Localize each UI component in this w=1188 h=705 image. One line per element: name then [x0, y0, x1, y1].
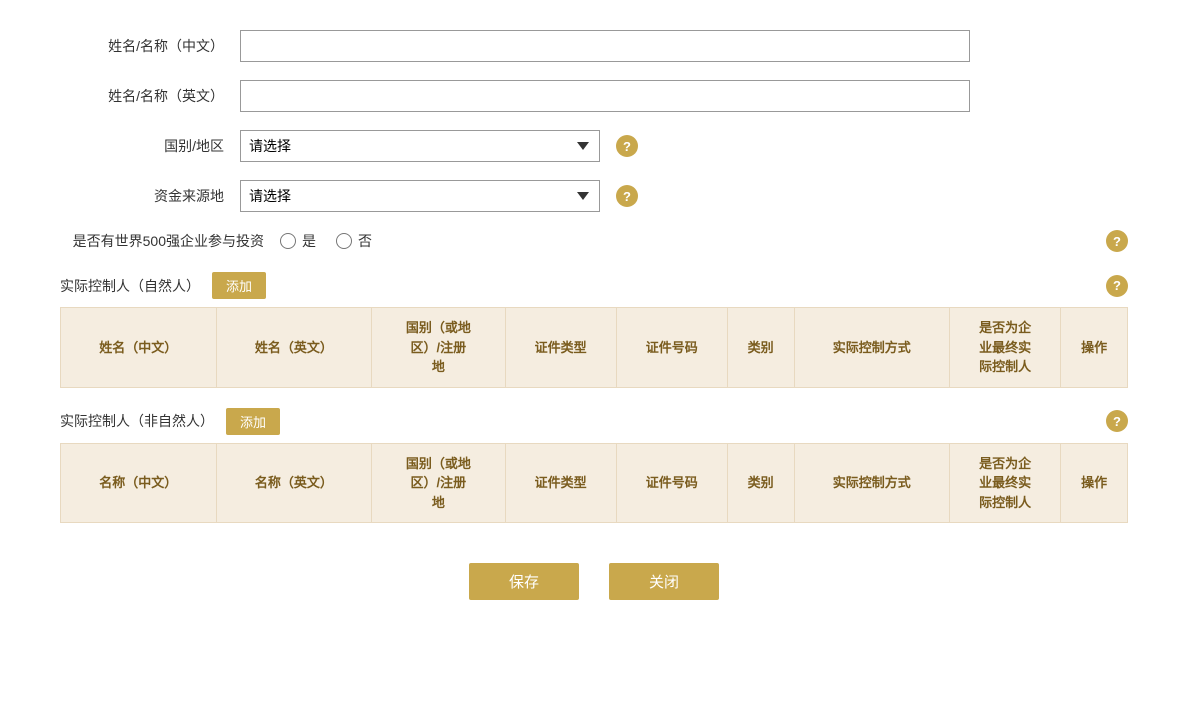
- natural-person-title: 实际控制人（自然人）: [60, 276, 200, 296]
- close-button[interactable]: 关闭: [609, 563, 719, 600]
- non-natural-col-cert-type: 证件类型: [505, 443, 616, 523]
- natural-person-section-header: 实际控制人（自然人） 添加 ?: [60, 272, 1128, 299]
- name-en-row: 姓名/名称（英文）: [60, 80, 1128, 112]
- world500-radio-group: 是 否: [280, 231, 372, 251]
- world500-help-icon[interactable]: ?: [1106, 230, 1128, 252]
- fund-source-label: 资金来源地: [60, 186, 240, 206]
- fund-source-wrap: 请选择 ?: [240, 180, 1128, 212]
- country-wrap: 请选择 ?: [240, 130, 1128, 162]
- natural-person-table: 姓名（中文） 姓名（英文） 国别（或地区）/注册地 证件类型 证件号码 类别 实…: [60, 307, 1128, 388]
- non-natural-col-country: 国别（或地区）/注册地: [372, 443, 505, 523]
- name-cn-input[interactable]: [240, 30, 970, 62]
- name-en-wrap: [240, 80, 1128, 112]
- radio-yes-input[interactable]: [280, 233, 296, 249]
- natural-col-cert-type: 证件类型: [505, 308, 616, 388]
- name-cn-wrap: [240, 30, 1128, 62]
- natural-col-cert-no: 证件号码: [616, 308, 727, 388]
- natural-col-control-method: 实际控制方式: [794, 308, 950, 388]
- non-natural-help-icon[interactable]: ?: [1106, 410, 1128, 432]
- fund-source-help-icon[interactable]: ?: [616, 185, 638, 207]
- natural-person-add-button[interactable]: 添加: [212, 272, 266, 299]
- page-container: 姓名/名称（中文） 姓名/名称（英文） 国别/地区 请选择 ? 资金来源地 请选…: [0, 0, 1188, 640]
- radio-no-label: 否: [358, 231, 372, 251]
- name-en-input[interactable]: [240, 80, 970, 112]
- radio-yes-label: 是: [302, 231, 316, 251]
- non-natural-col-control-method: 实际控制方式: [794, 443, 950, 523]
- non-natural-col-name-en: 名称（英文）: [216, 443, 372, 523]
- non-natural-col-category: 类别: [727, 443, 794, 523]
- world500-wrap: 是 否 ?: [280, 230, 1128, 252]
- name-en-label: 姓名/名称（英文）: [60, 86, 240, 106]
- radio-no-item[interactable]: 否: [336, 231, 372, 251]
- natural-col-is-ultimate: 是否为企业最终实际控制人: [950, 308, 1061, 388]
- world500-label: 是否有世界500强企业参与投资: [60, 231, 280, 251]
- non-natural-section-header: 实际控制人（非自然人） 添加 ?: [60, 408, 1128, 435]
- country-row: 国别/地区 请选择 ?: [60, 130, 1128, 162]
- natural-col-name-cn: 姓名（中文）: [61, 308, 217, 388]
- natural-col-name-en: 姓名（英文）: [216, 308, 372, 388]
- non-natural-col-action: 操作: [1061, 443, 1128, 523]
- natural-col-country: 国别（或地区）/注册地: [372, 308, 505, 388]
- non-natural-title: 实际控制人（非自然人）: [60, 411, 214, 431]
- fund-source-row: 资金来源地 请选择 ?: [60, 180, 1128, 212]
- natural-col-category: 类别: [727, 308, 794, 388]
- radio-yes-item[interactable]: 是: [280, 231, 316, 251]
- name-cn-row: 姓名/名称（中文）: [60, 30, 1128, 62]
- country-help-icon[interactable]: ?: [616, 135, 638, 157]
- natural-person-help-icon[interactable]: ?: [1106, 275, 1128, 297]
- name-cn-label: 姓名/名称（中文）: [60, 36, 240, 56]
- natural-person-table-header-row: 姓名（中文） 姓名（英文） 国别（或地区）/注册地 证件类型 证件号码 类别 实…: [61, 308, 1128, 388]
- country-select[interactable]: 请选择: [240, 130, 600, 162]
- radio-no-input[interactable]: [336, 233, 352, 249]
- save-button[interactable]: 保存: [469, 563, 579, 600]
- non-natural-col-name-cn: 名称（中文）: [61, 443, 217, 523]
- non-natural-col-is-ultimate: 是否为企业最终实际控制人: [950, 443, 1061, 523]
- non-natural-table: 名称（中文） 名称（英文） 国别（或地区）/注册地 证件类型 证件号码 类别 实…: [60, 443, 1128, 524]
- world500-row: 是否有世界500强企业参与投资 是 否 ?: [60, 230, 1128, 252]
- fund-source-select[interactable]: 请选择: [240, 180, 600, 212]
- bottom-actions: 保存 关闭: [60, 563, 1128, 600]
- country-label: 国别/地区: [60, 136, 240, 156]
- non-natural-col-cert-no: 证件号码: [616, 443, 727, 523]
- non-natural-add-button[interactable]: 添加: [226, 408, 280, 435]
- natural-col-action: 操作: [1061, 308, 1128, 388]
- non-natural-table-header-row: 名称（中文） 名称（英文） 国别（或地区）/注册地 证件类型 证件号码 类别 实…: [61, 443, 1128, 523]
